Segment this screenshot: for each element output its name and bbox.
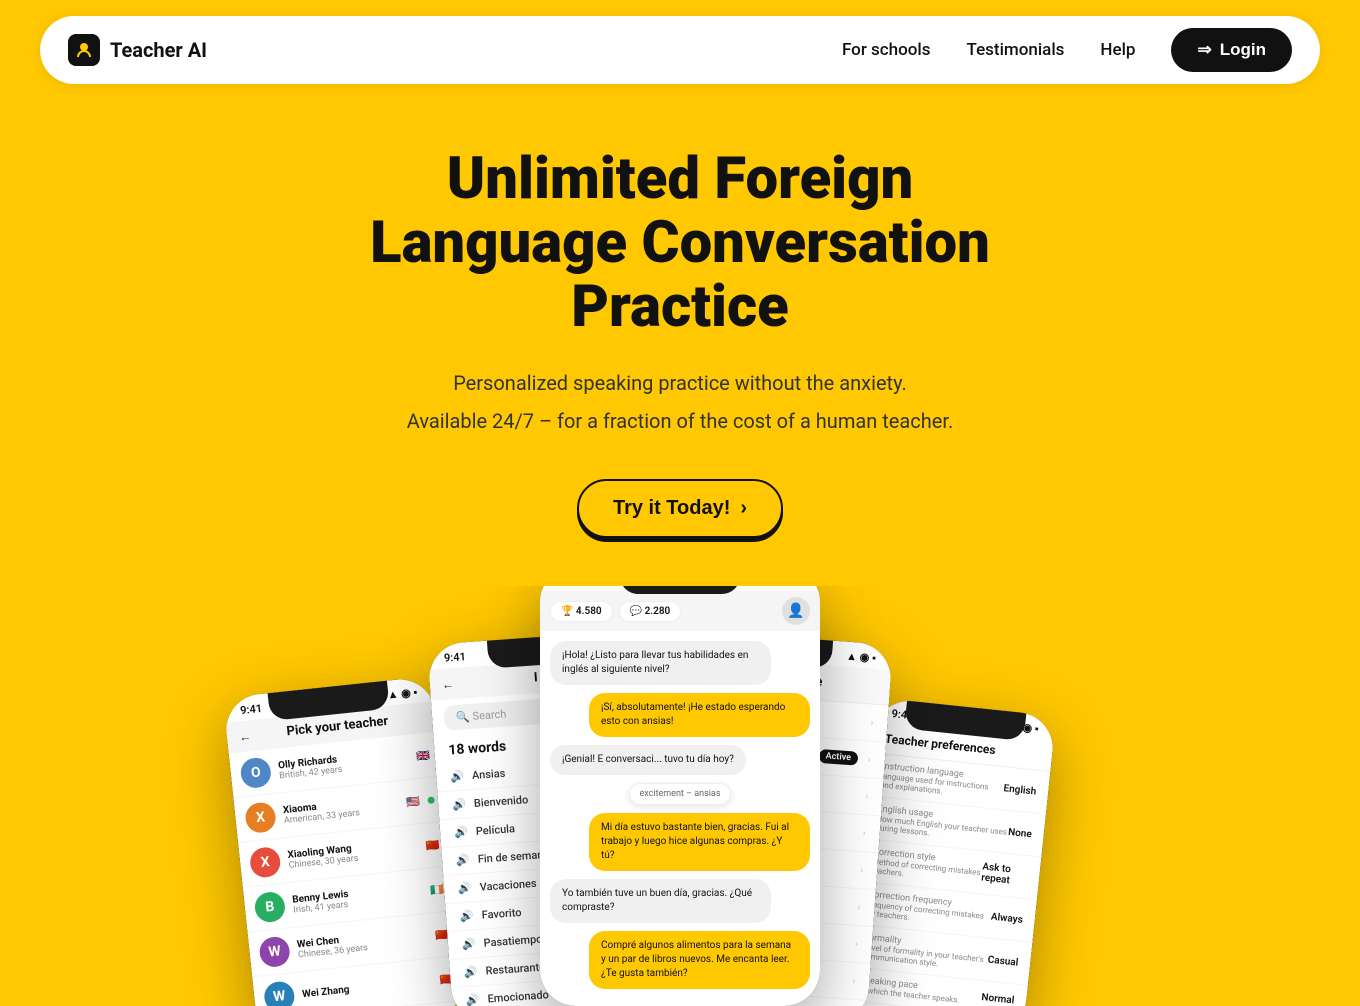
hero-section: Unlimited Foreign Language Conversation …	[0, 100, 1360, 538]
avatar: B	[253, 891, 286, 924]
teacher-info: Wei Zhang	[302, 976, 433, 1001]
teacher-info: Benny Lewis Irish, 41 years	[292, 881, 424, 916]
chat-bubble: ¡Genial! E conversaci... tuvo tu día hoy…	[550, 745, 746, 775]
teacher-info: Wei Chen Chinese, 36 years	[296, 926, 428, 961]
phone-screen: 9:41 ▲ ◉ ▪ ← Pick your teacher O Olly Ri…	[223, 676, 467, 1006]
avatar: W	[263, 981, 296, 1006]
chat-bubble: ¡Hola! ¿Listo para llevar tus habilidade…	[550, 641, 771, 685]
chat-bubble: Compré algunos alimentos para la semana …	[589, 931, 810, 989]
status-time-center: 9:41	[556, 586, 578, 587]
speaker-icon: 🔊	[456, 854, 471, 868]
pref-value: Always	[990, 911, 1023, 925]
chevron-right-icon: ›	[868, 754, 872, 765]
chat-bubble: excitement – ansias	[629, 783, 732, 805]
status-time-left: 9:41	[444, 651, 467, 665]
chevron-right-icon: ›	[862, 828, 866, 839]
chat-bubble: ¡Sí, absolutamente! ¡He estado esperando…	[589, 693, 810, 737]
logo[interactable]: Teacher AI	[68, 34, 207, 66]
score-pill-1: 🏆 4.580	[550, 601, 613, 622]
teacher-name: Wei Zhang	[302, 976, 433, 1001]
speaker-icon: 🔊	[450, 769, 465, 783]
chevron-right-icon: ›	[865, 791, 869, 802]
flag-icon: 🇨🇳	[425, 838, 440, 852]
status-icons-right: ▲ ◉ ▪	[846, 650, 877, 665]
back-icon: ←	[238, 729, 251, 744]
avatar: X	[249, 846, 282, 879]
status-icons: ▲ ◉ ▪	[387, 686, 418, 702]
pref-value: English	[1003, 783, 1037, 797]
phone-center: 9:41 ▲ ◉ ▪ 🏆 4.580 💬 2.280 👤 ¡Hola! ¿Lis…	[540, 586, 820, 1006]
pref-value: Ask to repeat	[981, 862, 1029, 889]
chevron-right-icon: ›	[857, 902, 861, 913]
active-indicator	[427, 796, 435, 804]
pref-value: Casual	[987, 954, 1019, 968]
active-badge: Active	[818, 749, 858, 766]
chevron-right-icon: ›	[860, 865, 864, 876]
teacher-info: Xiaoling Wang Chinese, 30 years	[287, 836, 419, 871]
nav-testimonials[interactable]: Testimonials	[967, 40, 1065, 60]
flag-icon: 🇬🇧	[416, 749, 431, 763]
teacher-info: Olly Richards British, 42 years	[278, 747, 410, 782]
avatar: X	[244, 802, 277, 835]
chevron-right-icon: ›	[852, 976, 856, 987]
logo-text: Teacher AI	[110, 38, 207, 62]
hero-subtitle-2: Available 24/7 – for a fraction of the c…	[20, 405, 1340, 437]
nav-for-schools[interactable]: For schools	[842, 40, 931, 60]
flag-icon: 🇮🇪	[430, 883, 445, 897]
speaker-icon: 🔊	[465, 993, 480, 1006]
teacher-pick-title: Pick your teacher	[286, 714, 389, 740]
score-pill-2: 💬 2.280	[619, 601, 682, 622]
logo-icon	[68, 34, 100, 66]
phone-screen-center: 9:41 ▲ ◉ ▪ 🏆 4.580 💬 2.280 👤 ¡Hola! ¿Lis…	[540, 586, 820, 1006]
pref-value: None	[1008, 827, 1033, 840]
flag-icon: 🇺🇸	[405, 795, 420, 809]
navbar: Teacher AI For schools Testimonials Help…	[40, 16, 1320, 84]
chat-top-bar: 🏆 4.580 💬 2.280 👤	[540, 591, 820, 631]
phone-notch-center	[620, 586, 740, 594]
speaker-icon: 🔊	[464, 966, 479, 980]
nav-help[interactable]: Help	[1100, 40, 1135, 60]
speaker-icon: 🔊	[458, 882, 473, 896]
speaker-icon: 🔊	[452, 798, 467, 812]
pref-value: Normal	[981, 992, 1015, 1006]
avatar: O	[239, 757, 272, 790]
status-time: 9:41	[240, 702, 263, 717]
login-icon: ⇒	[1197, 40, 1211, 60]
chat-bubble: Mi día estuvo bastante bien, gracias. Fu…	[589, 813, 810, 871]
chevron-right-icon: ›	[870, 717, 874, 728]
phone-far-left: 9:41 ▲ ◉ ▪ ← Pick your teacher O Olly Ri…	[223, 676, 467, 1006]
avatar: W	[258, 936, 291, 969]
speaker-icon: 🔊	[462, 938, 477, 952]
status-icons-center: ▲ ◉ ▪	[774, 586, 804, 587]
login-label: Login	[1220, 40, 1266, 60]
phones-section: 9:41 ▲ ◉ ▪ ← Pick your teacher O Olly Ri…	[0, 586, 1360, 1006]
teacher-list: O Olly Richards British, 42 years 🇬🇧 X X…	[229, 732, 466, 1006]
cta-label: Try it Today!	[613, 497, 730, 520]
teacher-info: Xiaoma American, 33 years	[282, 793, 399, 826]
chat-messages: ¡Hola! ¿Listo para llevar tus habilidade…	[540, 631, 820, 999]
chat-avatar: 👤	[782, 597, 810, 625]
hero-subtitle-1: Personalized speaking practice without t…	[20, 367, 1340, 399]
hero-title: Unlimited Foreign Language Conversation …	[330, 148, 1030, 339]
cta-arrow-icon: ›	[740, 497, 747, 520]
back-icon-left: ←	[441, 677, 454, 692]
chevron-right-icon: ›	[855, 939, 859, 950]
score-pills: 🏆 4.580 💬 2.280	[550, 601, 681, 622]
chat-bubble: Yo también tuve un buen día, gracias. ¿Q…	[550, 879, 771, 923]
login-button[interactable]: ⇒ Login	[1171, 28, 1292, 72]
cta-button[interactable]: Try it Today! ›	[577, 479, 783, 538]
speaker-icon: 🔊	[454, 826, 469, 840]
nav-links: For schools Testimonials Help ⇒ Login	[842, 28, 1292, 72]
speaker-icon: 🔊	[460, 910, 475, 924]
